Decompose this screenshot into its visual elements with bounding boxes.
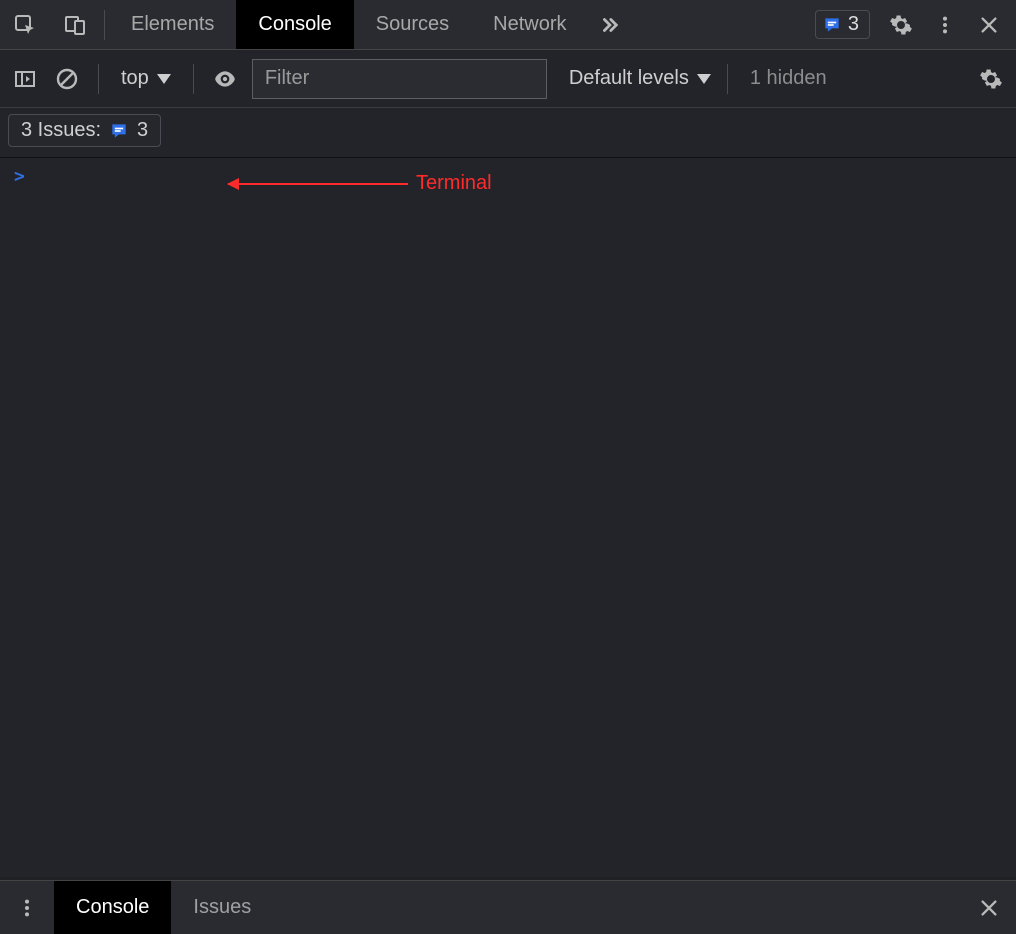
devtools-tabstrip: Elements Console Sources Network 3 [0,0,1016,50]
issues-button-label: 3 Issues: [21,119,101,142]
live-expression-icon[interactable] [210,64,240,94]
device-toolbar-icon[interactable] [50,0,100,50]
separator [193,64,194,94]
drawer-menu-icon[interactable] [0,881,54,934]
tab-sources[interactable]: Sources [354,0,471,49]
tab-elements[interactable]: Elements [109,0,236,49]
console-toolbar: top Default levels 1 hidden [0,50,1016,108]
drawer-tabstrip: Console Issues [0,880,1016,934]
tab-network[interactable]: Network [471,0,588,49]
issues-button[interactable]: 3 Issues: 3 [8,114,161,147]
clear-console-icon[interactable] [52,64,82,94]
toggle-sidebar-icon[interactable] [10,64,40,94]
separator [98,64,99,94]
more-tabs-icon[interactable] [589,0,629,50]
settings-icon[interactable] [888,12,914,38]
console-body[interactable]: > Terminal [0,157,1016,877]
close-drawer-icon[interactable] [962,881,1016,934]
issues-indicator[interactable]: 3 [815,10,870,39]
log-levels-selector[interactable]: Default levels [569,67,711,90]
drawer-tab-console[interactable]: Console [54,881,171,934]
filter-input[interactable] [252,59,547,99]
console-settings-icon[interactable] [976,64,1006,94]
close-devtools-icon[interactable] [976,12,1002,38]
kebab-menu-icon[interactable] [932,12,958,38]
context-selector[interactable]: top [115,67,177,90]
chevron-down-icon [697,74,711,84]
context-selector-label: top [121,67,149,90]
hidden-messages-count[interactable]: 1 hidden [750,67,827,90]
separator [727,64,728,94]
tab-console[interactable]: Console [236,0,353,49]
log-levels-label: Default levels [569,67,689,90]
inspect-element-icon[interactable] [0,0,50,50]
chevron-down-icon [157,74,171,84]
drawer-tab-issues[interactable]: Issues [171,881,273,934]
console-prompt-icon: > [0,158,1016,195]
issues-button-count: 3 [137,119,148,142]
separator [104,10,105,40]
issues-indicator-count: 3 [848,13,859,36]
issues-subbar: 3 Issues: 3 [0,108,1016,157]
